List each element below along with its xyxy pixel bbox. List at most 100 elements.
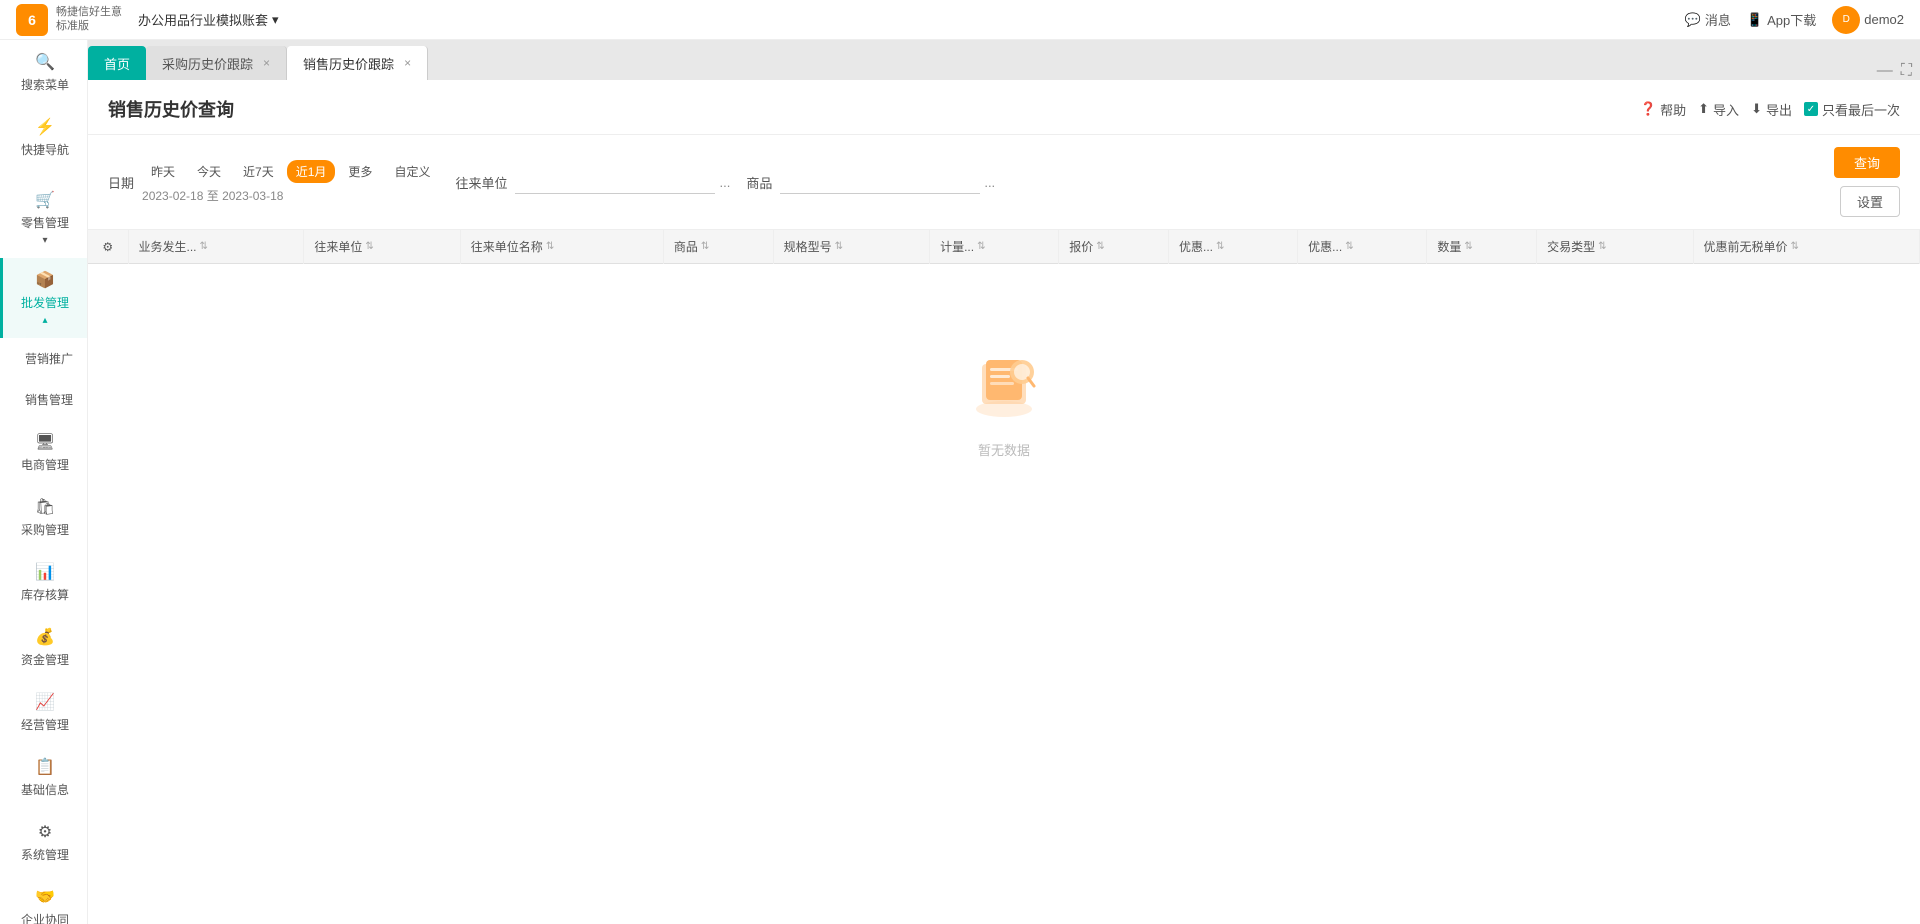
sidebar-item-label: 搜索菜单: [21, 76, 69, 93]
sidebar-item-retail[interactable]: 🛒 零售管理 ▾: [0, 178, 87, 258]
th-quote[interactable]: 报价 ⇅: [1059, 230, 1169, 264]
empty-illustration: [964, 344, 1044, 424]
product-ellipsis-btn[interactable]: ...: [984, 175, 995, 190]
sidebar-item-label: 基础信息: [21, 781, 69, 798]
sidebar-item-ecommerce[interactable]: 🖥 电商管理: [0, 420, 87, 485]
date-btn-more[interactable]: 更多: [339, 160, 381, 183]
table-container: ⚙ 业务发生... ⇅ 往来单: [88, 230, 1920, 264]
top-bar: 6 畅捷信好生意 标准版 办公用品行业模拟账套 ▾ 💬 消息 📱 App下载 D…: [0, 0, 1920, 40]
th-partner-name[interactable]: 往来单位名称 ⇅: [460, 230, 663, 264]
top-bar-left: 6 畅捷信好生意 标准版 办公用品行业模拟账套 ▾: [16, 4, 287, 36]
help-btn[interactable]: ❓ 帮助: [1640, 100, 1686, 119]
export-icon: ⬇: [1751, 101, 1762, 117]
sort-icon: ⇅: [1216, 241, 1224, 252]
only-last-checkbox-group[interactable]: ✓ 只看最后一次: [1804, 100, 1900, 119]
quick-nav-icon: ⚡: [35, 117, 55, 137]
export-btn[interactable]: ⬇ 导出: [1751, 100, 1792, 119]
sidebar-item-enterprise[interactable]: 🤝 企业协同: [0, 875, 87, 924]
th-biz-date[interactable]: 业务发生... ⇅: [128, 230, 304, 264]
tab-bar: 首页 采购历史价跟踪 × 销售历史价跟踪 × — ⛶: [88, 40, 1920, 80]
sidebar-item-marketing[interactable]: 营销推广: [0, 338, 87, 379]
download-icon: 📱: [1747, 12, 1763, 28]
main-layout: 🔍 搜索菜单 ⚡ 快捷导航 🛒 零售管理 ▾ 📦 批发管理 ▴ 营销推广 销售管…: [0, 40, 1920, 924]
tab-sales-history[interactable]: 销售历史价跟踪 ×: [287, 46, 428, 80]
partner-filter-label: 往来单位: [455, 173, 507, 192]
sidebar-item-basic-info[interactable]: 📋 基础信息: [0, 745, 87, 810]
basic-info-icon: 📋: [35, 757, 55, 777]
date-btn-yesterday[interactable]: 昨天: [142, 160, 184, 183]
close-icon[interactable]: ×: [404, 56, 411, 70]
tab-home[interactable]: 首页: [88, 46, 146, 80]
close-icon[interactable]: ×: [263, 56, 270, 70]
sidebar-item-label: 批发管理: [21, 294, 69, 311]
only-last-checkbox[interactable]: ✓: [1804, 102, 1818, 116]
partner-filter-group: 往来单位 ...: [455, 170, 730, 194]
sort-icon: ⇅: [1096, 241, 1104, 252]
sidebar-item-quick-nav[interactable]: ⚡ 快捷导航: [0, 105, 87, 170]
operations-icon: 📈: [35, 692, 55, 712]
th-trade-type[interactable]: 交易类型 ⇅: [1537, 230, 1693, 264]
th-partner-code[interactable]: 往来单位 ⇅: [304, 230, 460, 264]
settings-button[interactable]: 设置: [1840, 186, 1900, 217]
minimize-btn[interactable]: —: [1877, 62, 1893, 80]
partner-input[interactable]: [515, 170, 715, 194]
sort-icon: ⇅: [546, 241, 554, 252]
top-bar-right: 💬 消息 📱 App下载 D demo2: [1685, 6, 1904, 34]
settings-icon: ⚙: [102, 240, 113, 254]
sidebar-item-purchase[interactable]: 🛍 采购管理: [0, 485, 87, 550]
sidebar-item-label: 销售管理: [25, 391, 73, 408]
avatar: D: [1832, 6, 1860, 34]
sidebar-item-finance[interactable]: 💰 资金管理: [0, 615, 87, 680]
date-btn-today[interactable]: 今天: [188, 160, 230, 183]
partner-ellipsis-btn[interactable]: ...: [719, 175, 730, 190]
th-unit[interactable]: 计量... ⇅: [930, 230, 1059, 264]
date-btn-7days[interactable]: 近7天: [234, 160, 283, 183]
sort-icon: ⇅: [701, 241, 709, 252]
filter-action-group: 查询 设置: [1834, 147, 1900, 217]
help-icon: ❓: [1640, 101, 1656, 117]
date-btn-1month[interactable]: 近1月: [287, 160, 336, 183]
sidebar-item-label: 营销推广: [25, 350, 73, 367]
sidebar-item-system[interactable]: ⚙ 系统管理: [0, 810, 87, 875]
empty-state: 暂无数据: [88, 264, 1920, 539]
page-content: 销售历史价查询 ❓ 帮助 ⬆ 导入 ⬇ 导出: [88, 80, 1920, 924]
th-pretax-price[interactable]: 优惠前无税单价 ⇅: [1693, 230, 1919, 264]
user-menu-btn[interactable]: D demo2: [1832, 6, 1904, 34]
sort-icon: ⇅: [365, 241, 373, 252]
query-button[interactable]: 查询: [1834, 147, 1900, 178]
sidebar-item-label: 系统管理: [21, 846, 69, 863]
wholesale-icon: 📦: [35, 270, 55, 290]
tab-label: 采购历史价跟踪: [162, 54, 253, 73]
search-icon: 🔍: [35, 52, 55, 72]
date-btn-custom[interactable]: 自定义: [385, 160, 439, 183]
table-header-row: ⚙ 业务发生... ⇅ 往来单: [88, 230, 1920, 264]
tab-purchase-history[interactable]: 采购历史价跟踪 ×: [146, 46, 287, 80]
tab-label: 销售历史价跟踪: [303, 54, 394, 73]
inventory-icon: 📊: [35, 562, 55, 582]
message-icon: 💬: [1685, 12, 1701, 28]
sidebar-item-operations[interactable]: 📈 经营管理: [0, 680, 87, 745]
th-quantity[interactable]: 数量 ⇅: [1427, 230, 1537, 264]
app-download-btn[interactable]: 📱 App下载: [1747, 10, 1816, 29]
sidebar-item-search[interactable]: 🔍 搜索菜单: [0, 40, 87, 105]
content-area: 首页 采购历史价跟踪 × 销售历史价跟踪 × — ⛶ 销售历史价查询: [88, 40, 1920, 924]
th-discount1[interactable]: 优惠... ⇅: [1168, 230, 1297, 264]
maximize-btn[interactable]: ⛶: [1901, 62, 1912, 80]
product-input[interactable]: [780, 170, 980, 194]
th-discount2[interactable]: 优惠... ⇅: [1298, 230, 1427, 264]
finance-icon: 💰: [35, 627, 55, 647]
sidebar-item-label: 资金管理: [21, 651, 69, 668]
home-tab-label: 首页: [104, 54, 130, 73]
sidebar-item-wholesale[interactable]: 📦 批发管理 ▴: [0, 258, 87, 338]
th-product[interactable]: 商品 ⇅: [663, 230, 773, 264]
th-spec[interactable]: 规格型号 ⇅: [773, 230, 929, 264]
app-selector[interactable]: 办公用品行业模拟账套 ▾: [130, 6, 287, 33]
th-settings[interactable]: ⚙: [88, 230, 128, 264]
message-btn[interactable]: 💬 消息: [1685, 10, 1731, 29]
sidebar-item-sales-mgmt[interactable]: 销售管理: [0, 379, 87, 420]
import-btn[interactable]: ⬆ 导入: [1698, 100, 1739, 119]
sidebar-item-inventory[interactable]: 📊 库存核算: [0, 550, 87, 615]
sort-icon: ⇅: [1345, 241, 1353, 252]
date-filters: 昨天 今天 近7天 近1月 更多 自定义 2023-02-18 至 2023-0…: [142, 160, 439, 204]
sidebar-item-label: 企业协同: [21, 911, 69, 924]
